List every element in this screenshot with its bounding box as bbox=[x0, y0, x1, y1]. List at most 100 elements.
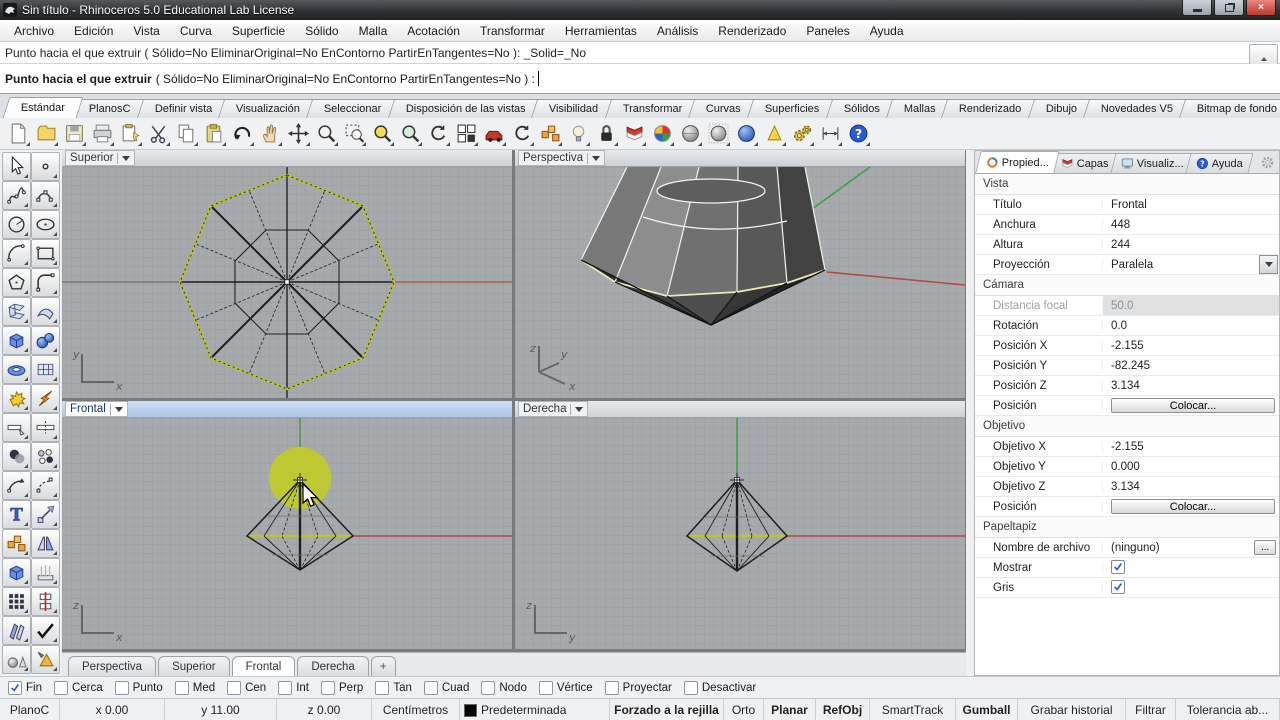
prop-value[interactable]: 244 bbox=[1103, 239, 1279, 251]
osnap-checkbox[interactable] bbox=[8, 680, 22, 695]
osnap-cen[interactable]: Cen bbox=[227, 680, 266, 695]
explode-icon[interactable] bbox=[31, 384, 60, 413]
group-icon[interactable] bbox=[2, 442, 31, 471]
single-point-icon[interactable] bbox=[31, 152, 60, 181]
toolbar-tab-seleccionar[interactable]: Seleccionar bbox=[306, 99, 400, 118]
rendered-mode-icon[interactable] bbox=[732, 120, 760, 148]
boolean-union-icon[interactable] bbox=[2, 384, 31, 413]
gris-checkbox[interactable] bbox=[1111, 580, 1125, 594]
bend-surface-icon[interactable] bbox=[31, 297, 60, 326]
viewport-tab-add[interactable]: + bbox=[370, 656, 396, 676]
rotate-icon[interactable] bbox=[508, 120, 536, 148]
status-filtrar[interactable]: Filtrar bbox=[1126, 699, 1176, 720]
help-icon[interactable] bbox=[844, 120, 872, 148]
mirror-icon[interactable] bbox=[31, 529, 60, 558]
tab-visualizacion[interactable]: Visualiz... bbox=[1110, 153, 1195, 173]
viewport-superior[interactable]: Superior y x bbox=[62, 150, 512, 398]
osnap-proyectar[interactable]: Proyectar bbox=[604, 680, 672, 695]
viewport-perspectiva-canvas[interactable]: z y x bbox=[515, 167, 965, 398]
control-point-curve-icon[interactable] bbox=[2, 181, 31, 210]
surface-points-icon[interactable] bbox=[2, 297, 31, 326]
zoom-dynamic-icon[interactable] bbox=[312, 120, 340, 148]
toolbar-tab-visibilidad[interactable]: Visibilidad bbox=[531, 99, 617, 118]
status-y-11-00[interactable]: y 11.00 bbox=[165, 699, 277, 720]
posicion-colocar-button[interactable]: Colocar... bbox=[1111, 398, 1275, 413]
trim-icon[interactable] bbox=[2, 413, 31, 442]
menu-archivo[interactable]: Archivo bbox=[4, 22, 64, 40]
prop-value[interactable]: -2.155 bbox=[1103, 441, 1279, 453]
toolbar-tab-renderizado[interactable]: Renderizado bbox=[941, 99, 1040, 118]
spotlight-icon[interactable] bbox=[760, 120, 788, 148]
status-planar[interactable]: Planar bbox=[764, 699, 816, 720]
prop-value[interactable]: -2.155 bbox=[1103, 340, 1279, 352]
menu-paneles[interactable]: Paneles bbox=[796, 22, 859, 40]
osnap-checkbox[interactable] bbox=[375, 680, 390, 695]
prop-value[interactable]: 448 bbox=[1103, 219, 1279, 231]
command-history[interactable]: Punto hacia el que extruir ( Sólido=No E… bbox=[0, 42, 1280, 103]
copy-object-icon[interactable] bbox=[536, 120, 564, 148]
circle-icon[interactable] bbox=[2, 210, 31, 239]
solid-box-icon[interactable] bbox=[2, 326, 31, 355]
osnap-cuad[interactable]: Cuad bbox=[423, 680, 469, 695]
toolbar-tab-novedades-v5[interactable]: Novedades V5 bbox=[1082, 99, 1192, 118]
title-bar[interactable]: Sin título - Rhinoceros 5.0 Educational … bbox=[0, 0, 1280, 20]
chevron-down-icon[interactable] bbox=[114, 406, 123, 412]
save-icon[interactable] bbox=[60, 120, 88, 148]
menu-ayuda[interactable]: Ayuda bbox=[860, 22, 914, 40]
tween-icon[interactable] bbox=[2, 616, 31, 645]
prop-value[interactable]: 0.0 bbox=[1103, 320, 1279, 332]
viewport-perspectiva-titlebar[interactable]: Perspectiva bbox=[515, 150, 965, 167]
prop-value[interactable]: -82.245 bbox=[1103, 360, 1279, 372]
osnap-checkbox[interactable] bbox=[683, 680, 698, 695]
extrude-icon[interactable] bbox=[2, 558, 31, 587]
dimension-icon[interactable] bbox=[816, 120, 844, 148]
command-prompt-options[interactable]: ( Sólido=No EliminarOriginal=No EnContor… bbox=[156, 72, 535, 86]
new-file-icon[interactable] bbox=[4, 120, 32, 148]
prop-value[interactable]: Paralela bbox=[1103, 259, 1259, 271]
osnap-checkbox[interactable] bbox=[227, 680, 242, 695]
render-cone-icon[interactable] bbox=[31, 645, 60, 674]
viewport-frontal-canvas[interactable]: z x bbox=[62, 418, 512, 649]
menu-analisis[interactable]: Análisis bbox=[647, 22, 708, 40]
zoom-window-icon[interactable] bbox=[340, 120, 368, 148]
text-icon[interactable] bbox=[2, 500, 31, 529]
viewport-tab-perspectiva[interactable]: Perspectiva bbox=[68, 656, 157, 676]
scale-icon[interactable] bbox=[31, 500, 60, 529]
primitives-icon[interactable] bbox=[2, 645, 31, 674]
copy-icon[interactable] bbox=[172, 120, 200, 148]
undo-view-icon[interactable] bbox=[424, 120, 452, 148]
solid-sphere-icon[interactable] bbox=[31, 326, 60, 355]
status-refobj[interactable]: RefObj bbox=[816, 699, 870, 720]
rotate-view-icon[interactable] bbox=[284, 120, 312, 148]
gear-icon[interactable] bbox=[1260, 155, 1275, 170]
status-orto[interactable]: Orto bbox=[724, 699, 764, 720]
open-file-icon[interactable] bbox=[32, 120, 60, 148]
toolbar-tab-transformar[interactable]: Transformar bbox=[604, 99, 701, 118]
osnap-punto[interactable]: Punto bbox=[114, 680, 163, 695]
check-select-icon[interactable] bbox=[31, 616, 60, 645]
command-prompt[interactable]: Punto hacia el que extruir ( Sólido=No E… bbox=[0, 64, 1280, 193]
prop-value[interactable]: 0.000 bbox=[1103, 461, 1279, 473]
osnap-checkbox[interactable] bbox=[604, 680, 619, 695]
status-z-0-00[interactable]: z 0.00 bbox=[277, 699, 372, 720]
viewport-layout-icon[interactable] bbox=[452, 120, 480, 148]
lock-icon[interactable] bbox=[592, 120, 620, 148]
menu-edicion[interactable]: Edición bbox=[64, 22, 123, 40]
minimize-button[interactable] bbox=[1182, 0, 1212, 16]
zoom-extents-icon[interactable] bbox=[396, 120, 424, 148]
restore-button[interactable] bbox=[1214, 0, 1244, 16]
shaded-mode-icon[interactable] bbox=[676, 120, 704, 148]
osnap-checkbox[interactable] bbox=[53, 680, 68, 695]
section-icon[interactable] bbox=[31, 587, 60, 616]
osnap-tan[interactable]: Tan bbox=[375, 680, 412, 695]
status-grabar-historial[interactable]: Grabar historial bbox=[1018, 699, 1126, 720]
rebuild-curve-icon[interactable] bbox=[2, 471, 31, 500]
undo-icon[interactable] bbox=[228, 120, 256, 148]
toolbar-tab-bitmap-de-fondo[interactable]: Bitmap de fondo bbox=[1179, 99, 1280, 118]
osnap-checkbox[interactable] bbox=[423, 680, 438, 695]
copy-to-clipboard-icon[interactable] bbox=[116, 120, 144, 148]
select-pointer-icon[interactable] bbox=[2, 152, 31, 181]
menu-curva[interactable]: Curva bbox=[170, 22, 222, 40]
color-wheel-icon[interactable] bbox=[648, 120, 676, 148]
lamp-icon[interactable] bbox=[564, 120, 592, 148]
